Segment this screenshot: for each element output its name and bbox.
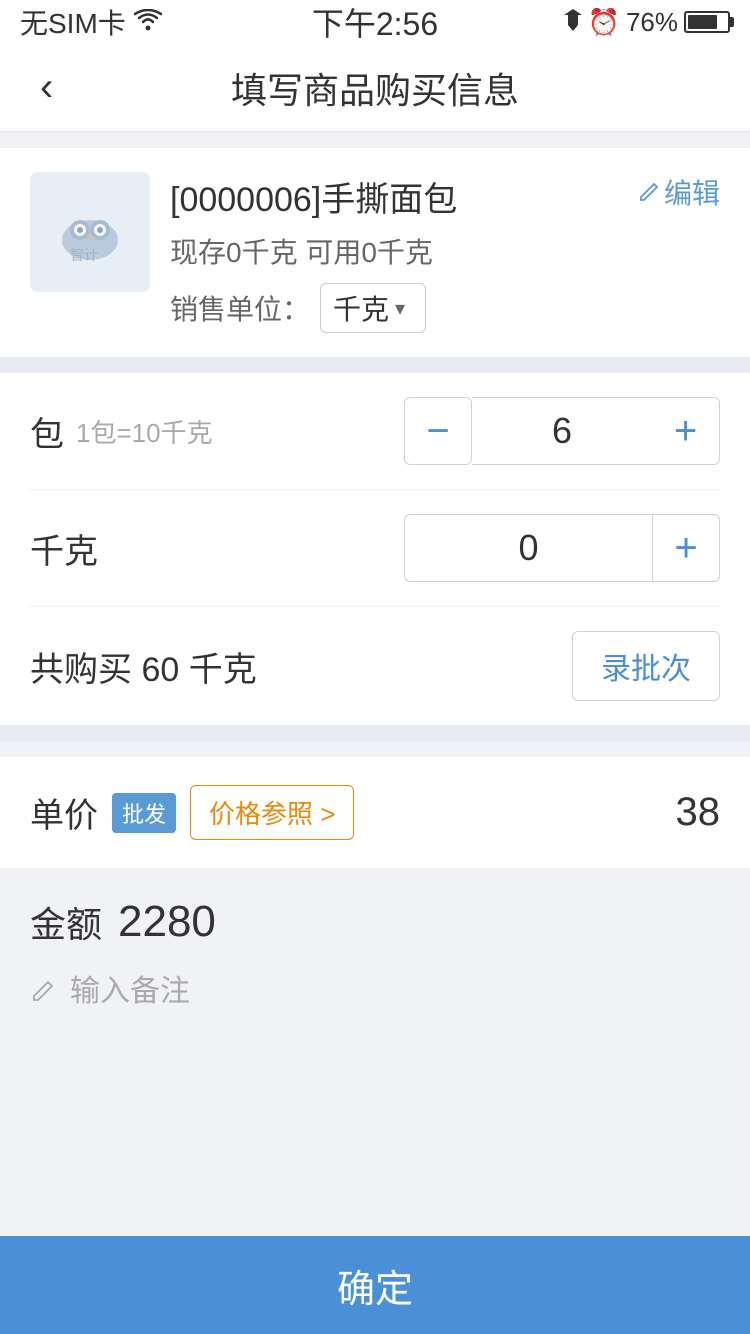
product-unit-row: 销售单位： 千克 ▾ [170,283,720,333]
total-row: 共购买 60 千克 录批次 [0,607,750,725]
note-placeholder: 输入备注 [70,966,190,1010]
price-value: 38 [676,790,721,835]
alarm-icon: ⏰ [588,7,620,38]
product-name-row: [0000006]手撕面包 编辑 [170,172,720,221]
bag-decrement-button[interactable]: − [404,397,472,465]
svg-text:智计: 智计 [70,247,98,262]
bag-hint: 1包=10千克 [76,413,213,450]
bag-label: 包 1包=10千克 [30,407,213,456]
kg-increment-button[interactable]: + [652,514,720,582]
unit-select[interactable]: 千克 ▾ [320,283,426,333]
bag-stepper: − + [404,397,720,465]
note-row[interactable]: 输入备注 [30,966,720,1010]
kg-label: 千克 [30,524,98,573]
price-reference-button[interactable]: 价格参照 > [190,785,354,840]
batch-tag: 批发 [112,793,176,833]
kg-stepper: + [404,514,720,582]
bag-input[interactable] [472,397,652,465]
nav-bar: ‹ 填写商品购买信息 [0,44,750,132]
carrier-text: 无SIM卡 [20,2,126,42]
bag-increment-button[interactable]: + [652,397,720,465]
total-label: 共购买 60 千克 [30,642,257,691]
edit-button[interactable]: 编辑 [638,172,720,212]
location-icon [564,7,582,38]
separator-1 [0,357,750,373]
confirm-button[interactable]: 确定 [0,1236,750,1334]
back-button[interactable]: ‹ [30,55,63,120]
wifi-icon [134,6,162,38]
price-label: 单价 批发 价格参照 > [30,785,354,840]
amount-section: 金额 2280 输入备注 [0,868,750,1030]
price-section: 单价 批发 价格参照 > 38 [0,757,750,868]
product-info: [0000006]手撕面包 编辑 现存0千克 可用0千克 销售单位： 千克 ▾ [170,172,720,333]
bag-input-row: 包 1包=10千克 − + [30,373,720,490]
status-bar: 无SIM卡 下午2:56 ⏰ 76% [0,0,750,44]
product-image: 智计 [30,172,150,292]
amount-value: 2280 [118,897,216,947]
page-title: 填写商品购买信息 [231,62,519,114]
amount-row: 金额 2280 [30,896,720,948]
unit-value: 千克 [333,288,389,328]
product-section: 智计 [0000006]手撕面包 编辑 现存0千克 可用0千克 销售单位： 千克… [0,148,750,357]
kg-input-row: 千克 + [30,490,720,607]
battery-icon [684,11,730,33]
status-bar-right: ⏰ 76% [564,7,730,38]
kg-input[interactable] [404,514,652,582]
time-display: 下午2:56 [312,0,438,45]
status-bar-left: 无SIM卡 [20,2,162,42]
record-batch-button[interactable]: 录批次 [572,631,720,701]
product-stock: 现存0千克 可用0千克 [170,231,720,271]
amount-label: 金额 [30,896,102,948]
input-section: 包 1包=10千克 − + 千克 + [0,373,750,607]
separator-2 [0,725,750,741]
battery-percent: 76% [626,7,678,38]
chevron-down-icon: ▾ [395,296,405,321]
unit-label: 销售单位： [170,288,310,328]
product-name: [0000006]手撕面包 [170,172,457,221]
